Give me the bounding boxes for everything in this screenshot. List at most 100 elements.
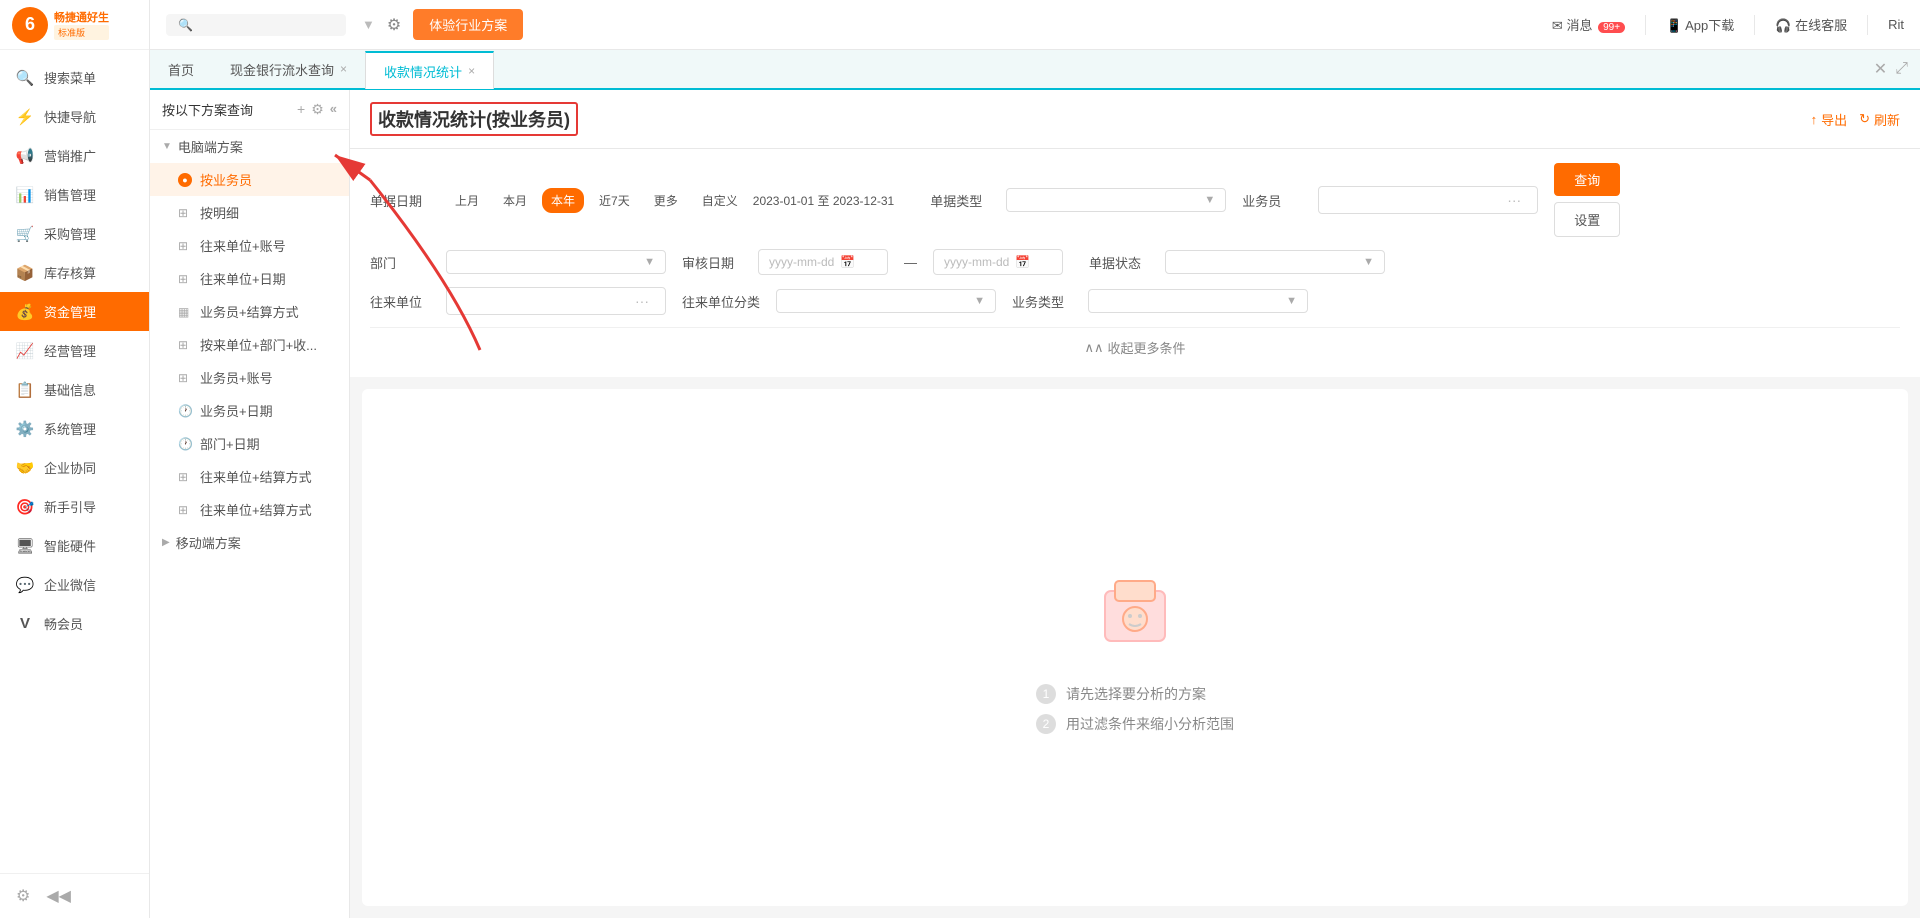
sidebar-item-inventory[interactable]: 📦 库存核算 bbox=[0, 253, 149, 292]
calendar-from-icon: 📅 bbox=[840, 255, 855, 269]
empty-tip-2: 2 用过滤条件来缩小分析范围 bbox=[1036, 714, 1234, 734]
detail-grid-icon: ⊞ bbox=[178, 206, 192, 220]
tab-collection-stats[interactable]: 收款情况统计 × bbox=[365, 51, 494, 89]
scheme-item-unit-dept[interactable]: ⊞ 按来单位+部门+收... bbox=[150, 328, 349, 361]
desktop-group-arrow: ▼ bbox=[162, 141, 172, 152]
date-btn-this-year[interactable]: 本年 bbox=[542, 188, 584, 213]
operations-icon: 📈 bbox=[16, 342, 34, 360]
scheme-item-by-salesperson[interactable]: ● 按业务员 bbox=[150, 163, 349, 196]
dept-select[interactable]: ▼ bbox=[446, 250, 666, 274]
sidebar-item-marketing[interactable]: 📢 营销推广 bbox=[0, 136, 149, 175]
sidebar-settings-icon[interactable]: ⚙ bbox=[16, 886, 30, 906]
sidebar-item-sales[interactable]: 📊 销售管理 bbox=[0, 175, 149, 214]
date-btn-this-month[interactable]: 本月 bbox=[494, 188, 536, 213]
wechat-icon: 💬 bbox=[16, 576, 34, 594]
sidebar-item-wechat[interactable]: 💬 企业微信 bbox=[0, 565, 149, 604]
date-btn-last-month[interactable]: 上月 bbox=[446, 188, 488, 213]
tab-collection-stats-close[interactable]: × bbox=[468, 64, 475, 78]
system-icon: ⚙️ bbox=[16, 420, 34, 438]
doc-type-select[interactable]: ▼ bbox=[1006, 188, 1226, 212]
scheme-group-mobile-header[interactable]: ▶ 移动端方案 bbox=[150, 526, 349, 559]
scheme-item-unit-method1[interactable]: ⊞ 往来单位+结算方式 bbox=[150, 460, 349, 493]
sidebar-item-purchase[interactable]: 🛒 采购管理 bbox=[0, 214, 149, 253]
scheme-item-dept-date[interactable]: 🕐 部门+日期 bbox=[150, 427, 349, 460]
sidebar-item-quick-nav[interactable]: ⚡ 快捷导航 bbox=[0, 97, 149, 136]
scheme-add-icon[interactable]: + bbox=[297, 101, 305, 118]
tab-bar: 首页 现金银行流水查询 × 收款情况统计 × ✕ ⤢ bbox=[150, 50, 1920, 90]
scheme-item-by-detail[interactable]: ⊞ 按明细 bbox=[150, 196, 349, 229]
tab-bank-flow[interactable]: 现金银行流水查询 × bbox=[212, 50, 365, 88]
sidebar-item-operations[interactable]: 📈 经营管理 bbox=[0, 331, 149, 370]
topbar-right: ✉ 消息 99+ 📱 App下载 🎧 在线客服 Rit bbox=[1552, 15, 1904, 35]
sidebar-nav: 🔍 搜索菜单 ⚡ 快捷导航 📢 营销推广 📊 销售管理 🛒 采购管理 📦 库存核… bbox=[0, 50, 149, 873]
date-btn-custom[interactable]: 自定义 bbox=[693, 188, 747, 213]
partner-select[interactable]: ··· bbox=[446, 287, 666, 315]
scheme-settings-icon[interactable]: ⚙ bbox=[311, 101, 324, 118]
query-button[interactable]: 查询 bbox=[1554, 163, 1620, 196]
sidebar-item-guide[interactable]: 🎯 新手引导 bbox=[0, 487, 149, 526]
scheme-item-salesperson-date[interactable]: 🕐 业务员+日期 bbox=[150, 394, 349, 427]
review-date-label: 审核日期 bbox=[682, 253, 742, 272]
scheme-header: 按以下方案查询 + ⚙ « bbox=[150, 90, 349, 130]
collapse-btn[interactable]: ∧∧ 收起更多条件 bbox=[1084, 338, 1185, 357]
action-buttons: 查询 设置 bbox=[1554, 163, 1620, 237]
right-panel: 收款情况统计(按业务员) ↑ 导出 ↻ 刷新 单据日期 bbox=[350, 90, 1920, 918]
calendar-to-icon: 📅 bbox=[1015, 255, 1030, 269]
service-icon: 🎧 bbox=[1775, 18, 1791, 33]
scheme-item-salesperson-method[interactable]: ▦ 业务员+结算方式 bbox=[150, 295, 349, 328]
salesperson-select[interactable]: ··· bbox=[1318, 186, 1538, 214]
tab-bar-right: ✕ ⤢ bbox=[1874, 59, 1920, 79]
sidebar-item-system[interactable]: ⚙️ 系统管理 bbox=[0, 409, 149, 448]
message-area[interactable]: ✉ 消息 99+ bbox=[1552, 15, 1625, 34]
scheme-collapse-icon[interactable]: « bbox=[330, 101, 337, 118]
scheme-item-salesperson-account[interactable]: ⊞ 业务员+账号 bbox=[150, 361, 349, 394]
divider1 bbox=[1645, 15, 1646, 35]
topbar-dropdown-icon[interactable]: ▼ bbox=[362, 17, 375, 32]
topbar-gear-icon[interactable]: ⚙ bbox=[387, 15, 401, 35]
topbar-search-box[interactable]: 🔍 bbox=[166, 14, 346, 36]
tab-home[interactable]: 首页 bbox=[150, 50, 212, 88]
review-date-to[interactable]: yyyy-mm-dd 📅 bbox=[933, 249, 1063, 275]
partner-more-icon[interactable]: ··· bbox=[629, 293, 655, 309]
sidebar-item-member[interactable]: V 畅会员 bbox=[0, 604, 149, 643]
tab-close-all-icon[interactable]: ✕ bbox=[1874, 59, 1887, 79]
sidebar-item-hardware[interactable]: 🖥 智能硬件 bbox=[0, 526, 149, 565]
sidebar-collapse-icon[interactable]: ◀◀ bbox=[46, 886, 71, 906]
search-icon: 🔍 bbox=[16, 69, 34, 87]
empty-svg bbox=[1085, 561, 1185, 661]
review-date-from[interactable]: yyyy-mm-dd 📅 bbox=[758, 249, 888, 275]
partner-category-select[interactable]: ▼ bbox=[776, 289, 996, 313]
business-type-select[interactable]: ▼ bbox=[1088, 289, 1308, 313]
doc-type-label: 单据类型 bbox=[930, 191, 990, 210]
purchase-icon: 🛒 bbox=[16, 225, 34, 243]
date-group: 上月 本月 本年 近7天 更多 自定义 2023-01-01 至 2023-12… bbox=[446, 188, 894, 213]
scheme-group-desktop: ▼ 电脑端方案 ● 按业务员 ⊞ 按明细 ⊞ 往来单位+账号 ⊞ 往来单位+ bbox=[150, 130, 349, 526]
set-button[interactable]: 设置 bbox=[1554, 202, 1620, 237]
salesperson-date-icon: 🕐 bbox=[178, 404, 192, 418]
scheme-group-desktop-header[interactable]: ▼ 电脑端方案 bbox=[150, 130, 349, 163]
user-name[interactable]: Rit bbox=[1888, 17, 1904, 32]
sidebar-item-enterprise[interactable]: 🤝 企业协同 bbox=[0, 448, 149, 487]
tab-bank-flow-close[interactable]: × bbox=[340, 62, 347, 76]
sidebar-item-search[interactable]: 🔍 搜索菜单 bbox=[0, 58, 149, 97]
online-service-link[interactable]: 🎧 在线客服 bbox=[1775, 15, 1847, 34]
date-btn-more[interactable]: 更多 bbox=[645, 188, 687, 213]
date-btn-last-7-days[interactable]: 近7天 bbox=[590, 188, 639, 213]
inventory-icon: 📦 bbox=[16, 264, 34, 282]
scheme-item-unit-method2[interactable]: ⊞ 往来单位+结算方式 bbox=[150, 493, 349, 526]
doc-status-select[interactable]: ▼ bbox=[1165, 250, 1385, 274]
refresh-btn[interactable]: ↻ 刷新 bbox=[1859, 110, 1900, 129]
salesperson-account-icon: ⊞ bbox=[178, 371, 192, 385]
export-btn[interactable]: ↑ 导出 bbox=[1811, 110, 1848, 129]
page-actions: ↑ 导出 ↻ 刷新 bbox=[1811, 110, 1900, 129]
tab-expand-icon[interactable]: ⤢ bbox=[1895, 60, 1908, 78]
scheme-item-unit-account[interactable]: ⊞ 往来单位+账号 bbox=[150, 229, 349, 262]
guide-icon: 🎯 bbox=[16, 498, 34, 516]
sidebar-item-finance[interactable]: 💰 资金管理 bbox=[0, 292, 149, 331]
sidebar-item-basic[interactable]: 📋 基础信息 bbox=[0, 370, 149, 409]
scheme-item-unit-date[interactable]: ⊞ 往来单位+日期 bbox=[150, 262, 349, 295]
divider2 bbox=[1754, 15, 1755, 35]
app-download-link[interactable]: 📱 App下载 bbox=[1666, 15, 1734, 34]
salesperson-more-icon[interactable]: ··· bbox=[1501, 192, 1527, 208]
trial-btn[interactable]: 体验行业方案 bbox=[413, 9, 523, 40]
